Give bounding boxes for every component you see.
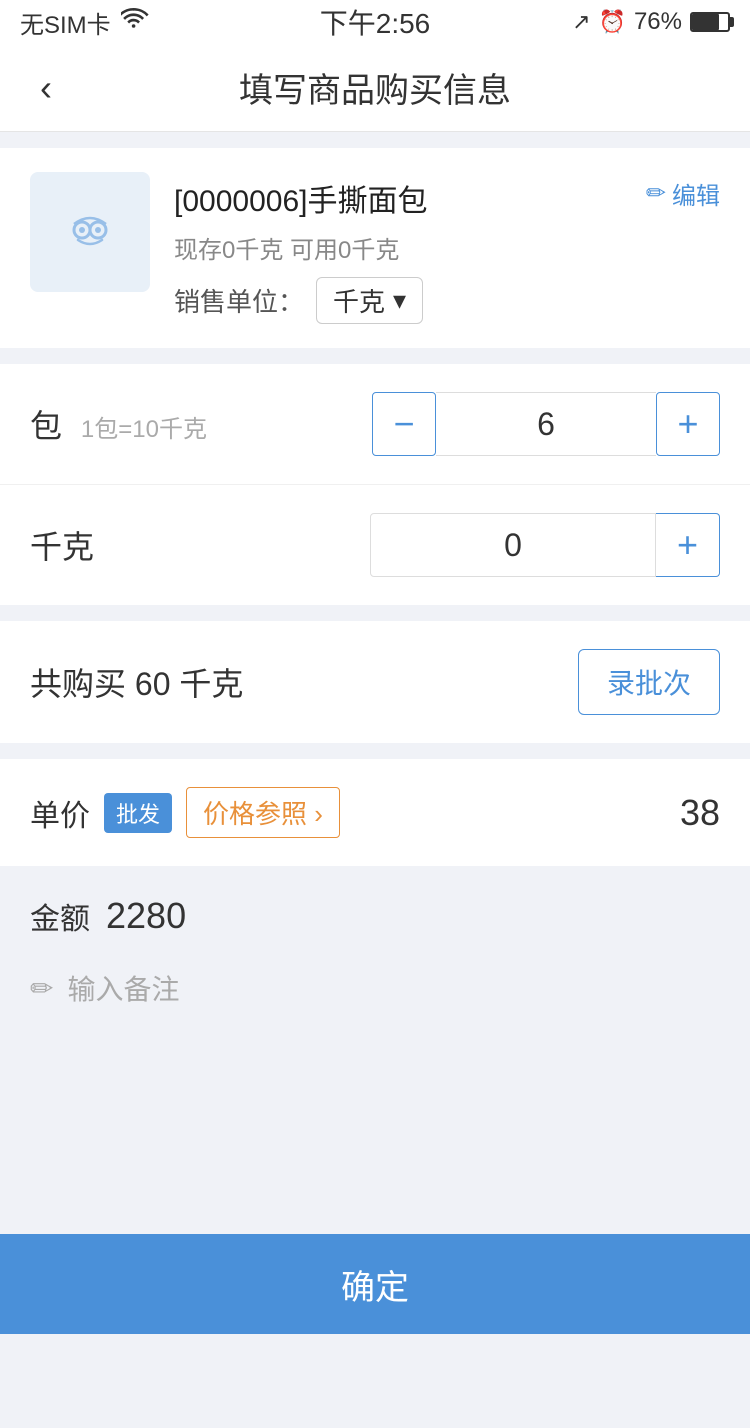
page-title: 填写商品购买信息 bbox=[239, 63, 511, 112]
kg-input[interactable] bbox=[370, 513, 656, 577]
battery-percent: 76% bbox=[634, 8, 682, 36]
product-stock: 现存0千克 可用0千克 bbox=[174, 230, 720, 265]
price-left: 单价 批发 价格参照 › bbox=[30, 787, 340, 838]
confirm-bar[interactable]: 确定 bbox=[0, 1234, 750, 1334]
package-controls: − + bbox=[372, 392, 720, 456]
price-tag: 批发 bbox=[104, 793, 172, 833]
kg-controls: + bbox=[370, 513, 720, 577]
pencil-icon: ✏ bbox=[30, 972, 53, 1005]
wifi-icon bbox=[121, 8, 149, 37]
package-plus-button[interactable]: + bbox=[656, 392, 720, 456]
total-text: 共购买 60 千克 bbox=[30, 659, 243, 705]
unit-value: 千克 bbox=[333, 282, 385, 319]
product-info: [0000006]手撕面包 ✏ 编辑 现存0千克 可用0千克 销售单位： 千克 … bbox=[174, 172, 720, 324]
status-left: 无SIM卡 bbox=[20, 5, 149, 40]
product-card: [0000006]手撕面包 ✏ 编辑 现存0千克 可用0千克 销售单位： 千克 … bbox=[0, 148, 750, 348]
package-row: 包 1包=10千克 − + bbox=[0, 364, 750, 485]
kg-row: 千克 + bbox=[0, 485, 750, 605]
location-icon: ↗ bbox=[572, 9, 590, 35]
unit-label: 销售单位： bbox=[174, 282, 304, 319]
edit-icon: ✏ bbox=[646, 179, 666, 208]
confirm-button[interactable]: 确定 bbox=[341, 1260, 409, 1309]
amount-value: 2280 bbox=[106, 895, 186, 937]
amount-label: 金额 bbox=[30, 894, 90, 938]
note-placeholder[interactable]: 输入备注 bbox=[67, 968, 179, 1008]
package-input[interactable] bbox=[436, 392, 656, 456]
product-unit-row: 销售单位： 千克 ▾ bbox=[174, 277, 720, 324]
package-minus-button[interactable]: − bbox=[372, 392, 436, 456]
kg-label: 千克 bbox=[30, 522, 370, 568]
chevron-down-icon: ▾ bbox=[393, 285, 406, 316]
alarm-icon: ⏰ bbox=[599, 9, 626, 35]
price-value: 38 bbox=[680, 792, 720, 834]
product-image bbox=[30, 172, 150, 292]
carrier-label: 无SIM卡 bbox=[20, 5, 111, 40]
edit-label: 编辑 bbox=[672, 176, 720, 211]
status-time: 下午2:56 bbox=[320, 2, 431, 42]
unit-selector[interactable]: 千克 ▾ bbox=[316, 277, 423, 324]
package-hint: 1包=10千克 bbox=[81, 416, 207, 443]
price-section: 单价 批发 价格参照 › 38 bbox=[0, 759, 750, 866]
amount-row: 金额 2280 bbox=[30, 894, 720, 938]
kg-plus-button[interactable]: + bbox=[656, 513, 720, 577]
status-right: ↗ ⏰ 76% bbox=[572, 8, 730, 36]
status-bar: 无SIM卡 下午2:56 ↗ ⏰ 76% bbox=[0, 0, 750, 44]
battery-icon bbox=[690, 12, 730, 32]
package-label: 包 1包=10千克 bbox=[30, 401, 372, 447]
amount-section: 金额 2280 ✏ 输入备注 bbox=[0, 866, 750, 1028]
price-ref-button[interactable]: 价格参照 › bbox=[186, 787, 340, 838]
batch-button[interactable]: 录批次 bbox=[578, 649, 720, 715]
product-name: [0000006]手撕面包 bbox=[174, 176, 427, 220]
back-button[interactable]: ‹ bbox=[30, 57, 62, 119]
nav-bar: ‹ 填写商品购买信息 bbox=[0, 44, 750, 132]
total-row: 共购买 60 千克 录批次 bbox=[0, 621, 750, 743]
quantity-section: 包 1包=10千克 − + 千克 + bbox=[0, 364, 750, 605]
price-label: 单价 bbox=[30, 791, 90, 835]
edit-button[interactable]: ✏ 编辑 bbox=[646, 176, 720, 211]
price-row: 单价 批发 价格参照 › 38 bbox=[30, 787, 720, 838]
note-row: ✏ 输入备注 bbox=[30, 958, 720, 1028]
